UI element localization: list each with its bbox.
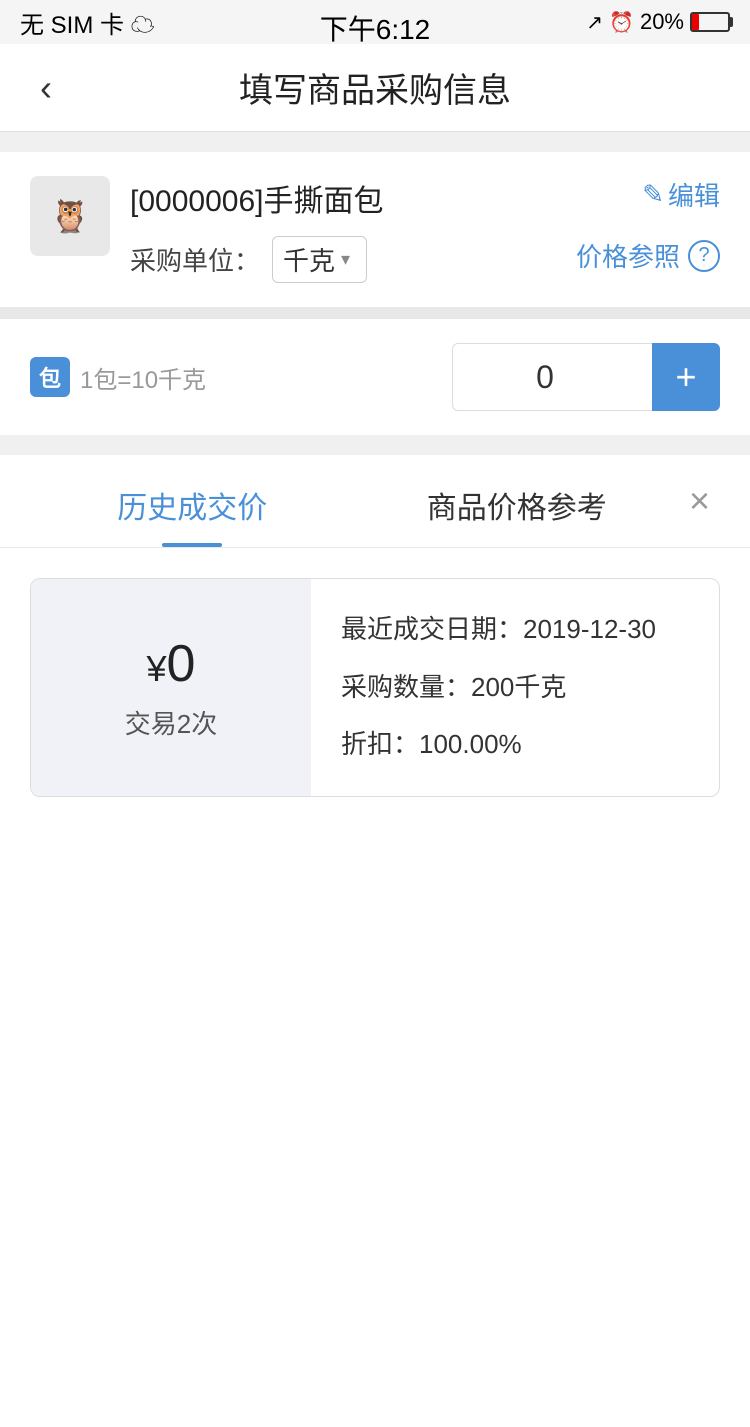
quantity-plus-button[interactable]: + (652, 343, 720, 411)
price-transactions: 交易2次 (125, 704, 217, 741)
sim-status: 无 SIM 卡 ☁ (20, 5, 155, 40)
recent-date-label: 最近成交日期： (341, 614, 523, 644)
close-button[interactable]: × (679, 470, 720, 532)
product-info: [0000006]手撕面包 采购单位： 千克 ▾ (130, 176, 383, 283)
price-ref-button[interactable]: 价格参照 ? (576, 237, 720, 274)
product-right: ✎ 编辑 价格参照 ? (576, 176, 720, 274)
product-left: 🦉 [0000006]手撕面包 采购单位： 千克 ▾ (30, 176, 383, 283)
product-image: 🦉 (30, 176, 110, 256)
quantity-row-detail: 采购数量：200千克 (341, 667, 689, 709)
status-bar: 无 SIM 卡 ☁ 下午6:12 ↗ ⏰ 20% (0, 0, 750, 44)
currency-symbol: ¥ (147, 648, 167, 689)
quantity-hint: 1包=10千克 (80, 360, 206, 395)
edit-button[interactable]: ✎ 编辑 (642, 176, 720, 213)
recent-date-row: 最近成交日期：2019-12-30 (341, 609, 689, 651)
recent-date-value: 2019-12-30 (523, 614, 656, 644)
unit-bag-icon: 包 (30, 357, 70, 397)
discount-value: 100.00% (419, 729, 522, 759)
unit-value: 千克 (283, 241, 335, 278)
edit-label: 编辑 (668, 176, 720, 213)
price-amount: ¥0 (147, 634, 196, 694)
edit-icon: ✎ (642, 179, 664, 210)
quantity-input-group: + (452, 343, 720, 411)
back-button[interactable]: ‹ (30, 57, 62, 119)
tab-product-price-ref[interactable]: 商品价格参考 (354, 455, 678, 547)
product-thumbnail: 🦉 (50, 197, 90, 235)
product-name: [0000006]手撕面包 (130, 176, 383, 220)
tab-history-price[interactable]: 历史成交价 (30, 455, 354, 547)
quantity-label: 包 1包=10千克 (30, 357, 206, 397)
price-ref-label: 价格参照 (576, 237, 680, 274)
battery-percent: 20% (640, 9, 684, 35)
page-title: 填写商品采购信息 (239, 63, 511, 112)
help-icon: ? (688, 240, 720, 272)
tabs-container: 历史成交价 商品价格参考 × ¥0 交易2次 最近成交日期：2019-12-30… (0, 455, 750, 1427)
status-right: ↗ ⏰ 20% (586, 9, 730, 35)
discount-label: 折扣： (341, 729, 419, 759)
quantity-detail-value: 200千克 (471, 672, 566, 702)
status-left: 无 SIM 卡 ☁ (20, 5, 155, 40)
discount-row: 折扣：100.00% (341, 724, 689, 766)
quantity-row: 包 1包=10千克 + (0, 319, 750, 435)
unit-label: 采购单位： (130, 241, 260, 278)
alarm-icon: ⏰ (609, 10, 634, 35)
price-card-right: 最近成交日期：2019-12-30 采购数量：200千克 折扣：100.00% (311, 579, 719, 796)
chevron-down-icon: ▾ (341, 249, 350, 270)
quantity-input[interactable] (452, 343, 652, 411)
status-time: 下午6:12 (320, 8, 431, 48)
price-card-left: ¥0 交易2次 (31, 579, 311, 796)
product-card: 🦉 [0000006]手撕面包 采购单位： 千克 ▾ ✎ 编辑 价格参照 (0, 152, 750, 307)
tabs-header: 历史成交价 商品价格参考 × (0, 455, 750, 548)
unit-selector[interactable]: 千克 ▾ (272, 236, 367, 283)
main-content-area (0, 827, 750, 1427)
quantity-detail-label: 采购数量： (341, 672, 471, 702)
product-unit-row: 采购单位： 千克 ▾ (130, 236, 383, 283)
battery-icon (690, 12, 730, 32)
price-value: 0 (167, 635, 196, 693)
section-divider (0, 307, 750, 319)
location-icon: ↗ (586, 10, 603, 35)
price-card: ¥0 交易2次 最近成交日期：2019-12-30 采购数量：200千克 折扣：… (30, 578, 720, 797)
nav-bar: ‹ 填写商品采购信息 (0, 44, 750, 132)
